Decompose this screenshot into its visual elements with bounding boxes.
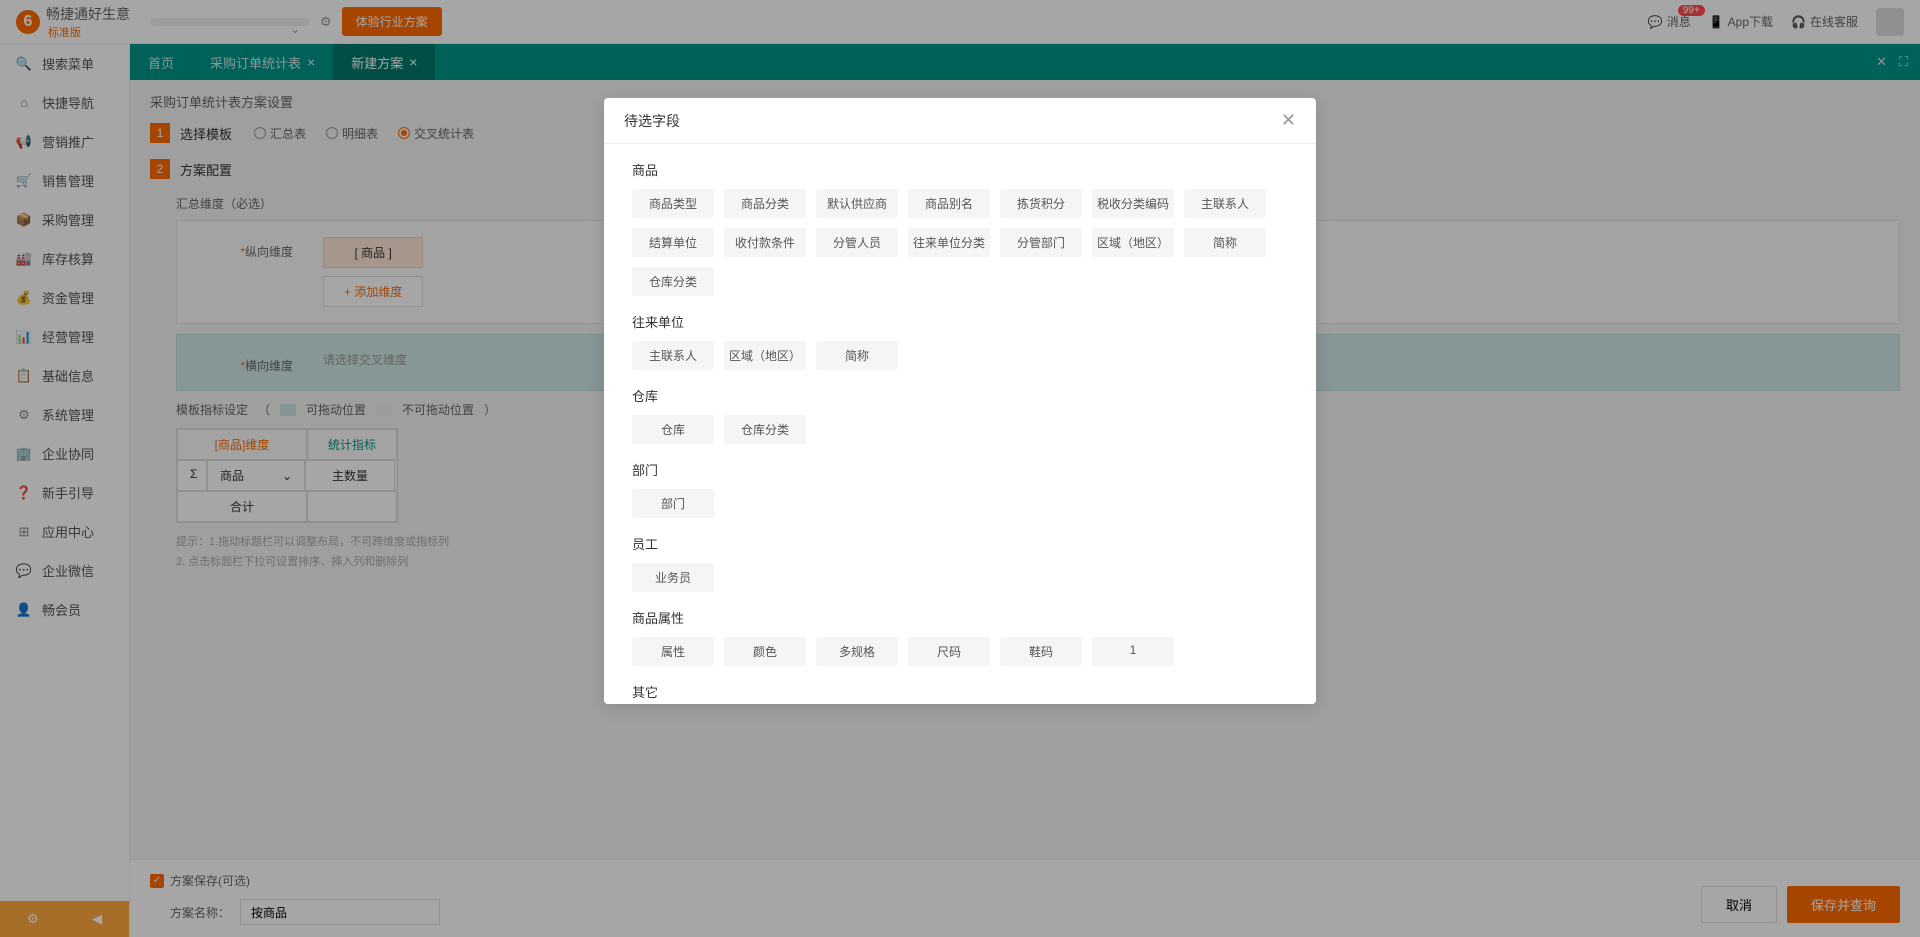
field-chip[interactable]: 尺码	[908, 637, 990, 666]
field-chip[interactable]: 商品别名	[908, 189, 990, 218]
field-chip[interactable]: 区域（地区）	[1092, 228, 1174, 257]
field-chip[interactable]: 主联系人	[1184, 189, 1266, 218]
field-chip[interactable]: 往来单位分类	[908, 228, 990, 257]
field-chip[interactable]: 简称	[1184, 228, 1266, 257]
field-chip[interactable]: 1	[1092, 637, 1174, 666]
field-chip[interactable]: 鞋码	[1000, 637, 1082, 666]
field-chip[interactable]: 多规格	[816, 637, 898, 666]
field-chip[interactable]: 分管人员	[816, 228, 898, 257]
field-chip[interactable]: 仓库分类	[724, 415, 806, 444]
field-chip[interactable]: 部门	[632, 489, 714, 518]
modal-body: 商品商品类型商品分类默认供应商商品别名拣货积分税收分类编码主联系人结算单位收付款…	[604, 144, 1316, 704]
field-chip[interactable]: 主联系人	[632, 341, 714, 370]
field-chip[interactable]: 结算单位	[632, 228, 714, 257]
field-group-title: 仓库	[632, 386, 1288, 405]
field-group: 员工业务员	[632, 534, 1288, 592]
modal-close-button[interactable]: ✕	[1281, 110, 1296, 131]
field-chip[interactable]: 仓库分类	[632, 267, 714, 296]
field-group-title: 员工	[632, 534, 1288, 553]
field-group-title: 往来单位	[632, 312, 1288, 331]
modal-title: 待选字段	[624, 111, 680, 131]
field-chip[interactable]: 默认供应商	[816, 189, 898, 218]
field-chip[interactable]: 拣货积分	[1000, 189, 1082, 218]
field-chip[interactable]: 颜色	[724, 637, 806, 666]
field-chip[interactable]: 简称	[816, 341, 898, 370]
field-chip[interactable]: 商品类型	[632, 189, 714, 218]
field-group-title: 商品	[632, 160, 1288, 179]
field-group-title: 商品属性	[632, 608, 1288, 627]
field-chip[interactable]: 属性	[632, 637, 714, 666]
field-chip[interactable]: 分管部门	[1000, 228, 1082, 257]
field-group: 商品属性属性颜色多规格尺码鞋码 1	[632, 608, 1288, 666]
field-chip[interactable]: 业务员	[632, 563, 714, 592]
field-group-title: 部门	[632, 460, 1288, 479]
field-group: 部门部门	[632, 460, 1288, 518]
field-chip[interactable]: 商品分类	[724, 189, 806, 218]
modal-overlay[interactable]: 待选字段 ✕ 商品商品类型商品分类默认供应商商品别名拣货积分税收分类编码主联系人…	[0, 0, 1920, 937]
field-selector-modal: 待选字段 ✕ 商品商品类型商品分类默认供应商商品别名拣货积分税收分类编码主联系人…	[604, 98, 1316, 704]
field-chip[interactable]: 区域（地区）	[724, 341, 806, 370]
field-chip[interactable]: 收付款条件	[724, 228, 806, 257]
field-group-title: 其它	[632, 682, 1288, 701]
field-group: 仓库仓库仓库分类	[632, 386, 1288, 444]
field-chip[interactable]: 税收分类编码	[1092, 189, 1174, 218]
field-group: 其它单据日期项目	[632, 682, 1288, 704]
field-group: 商品商品类型商品分类默认供应商商品别名拣货积分税收分类编码主联系人结算单位收付款…	[632, 160, 1288, 296]
field-chip[interactable]: 仓库	[632, 415, 714, 444]
field-group: 往来单位主联系人区域（地区） 简称	[632, 312, 1288, 370]
